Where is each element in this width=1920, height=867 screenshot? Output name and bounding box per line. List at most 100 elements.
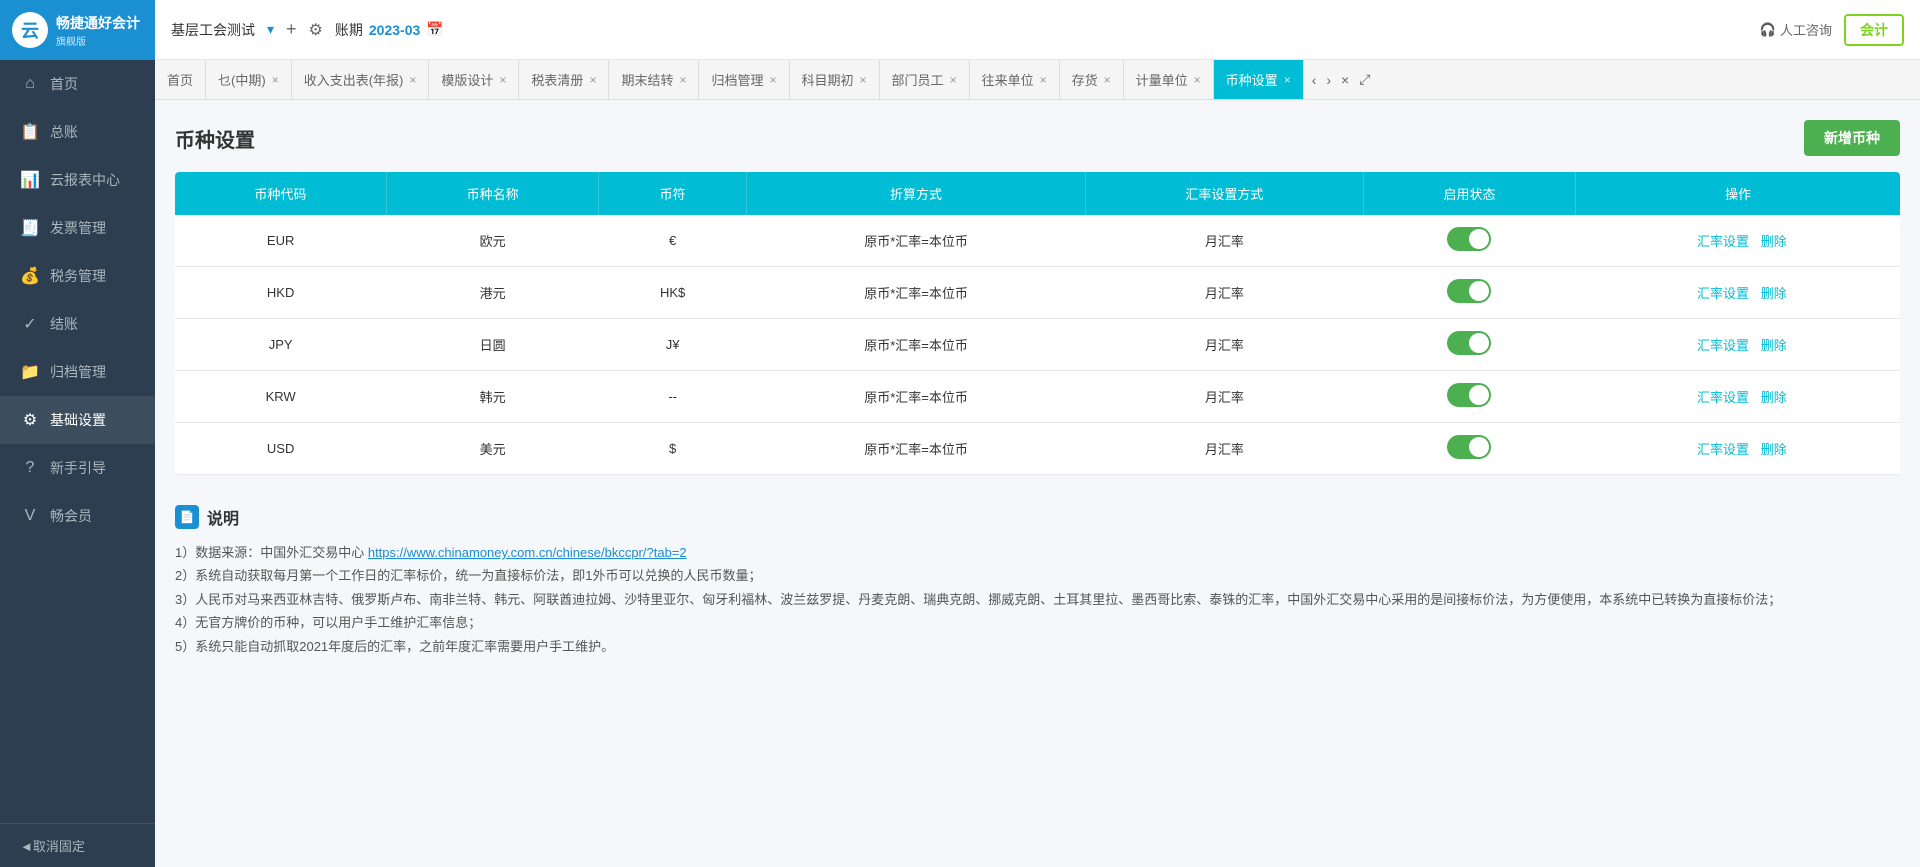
sidebar-toggle[interactable]: ◄取消固定	[0, 823, 155, 867]
tab-prev-button[interactable]: ‹	[1308, 70, 1321, 90]
guide-icon: ?	[20, 459, 40, 477]
rate-setting-0[interactable]: 汇率设置	[1697, 234, 1749, 249]
tab-archive[interactable]: 归档管理 ×	[699, 60, 789, 100]
tab-tax-close[interactable]: ×	[589, 73, 596, 87]
toggle-3[interactable]	[1447, 383, 1491, 407]
sidebar-item-member[interactable]: V 畅会员	[0, 492, 155, 540]
tab-template[interactable]: 模版设计 ×	[429, 60, 519, 100]
cell-actions-1: 汇率设置 删除	[1576, 267, 1900, 319]
tab-measure-close[interactable]: ×	[1194, 73, 1201, 87]
tab-tax[interactable]: 税表清册 ×	[519, 60, 609, 100]
sidebar-item-invoice-label: 发票管理	[50, 218, 106, 238]
tab-currency-close[interactable]: ×	[1284, 73, 1291, 87]
tab-template-close[interactable]: ×	[499, 73, 506, 87]
sidebar-item-tax-label: 税务管理	[50, 266, 106, 286]
period-label: 账期	[335, 20, 363, 40]
toggle-2[interactable]	[1447, 331, 1491, 355]
add-tab-button[interactable]: +	[286, 19, 297, 40]
tab-units-close[interactable]: ×	[1040, 73, 1047, 87]
table-header-row: 币种代码 币种名称 币符 折算方式 汇率设置方式 启用状态 操作	[175, 172, 1900, 215]
tab-income[interactable]: 收入支出表(年报) ×	[292, 60, 430, 100]
th-code: 币种代码	[175, 172, 386, 215]
tab-inventory[interactable]: 存货 ×	[1060, 60, 1124, 100]
rate-setting-3[interactable]: 汇率设置	[1697, 390, 1749, 405]
settings-gear-icon[interactable]: ⚙	[309, 20, 323, 40]
tab-measure[interactable]: 计量单位 ×	[1124, 60, 1214, 100]
tab-close-all-button[interactable]: ×	[1337, 70, 1353, 90]
tab-currency[interactable]: 币种设置 ×	[1214, 60, 1304, 100]
sidebar-item-tax[interactable]: 💰 税务管理	[0, 252, 155, 300]
cell-symbol-1: HK$	[599, 267, 747, 319]
delete-3[interactable]: 删除	[1761, 390, 1787, 405]
notes-item-4: 5）系统只能自动抓取2021年度后的汇率，之前年度汇率需要用户手工维护。	[175, 635, 1900, 658]
consult-button[interactable]: 🎧 人工咨询	[1760, 20, 1832, 39]
new-currency-button[interactable]: 新增币种	[1804, 120, 1900, 156]
sidebar-item-accounting[interactable]: ✓ 结账	[0, 300, 155, 348]
tab-dept[interactable]: 部门员工 ×	[880, 60, 970, 100]
tab-home[interactable]: 首页	[155, 60, 206, 100]
toggle-0[interactable]	[1447, 227, 1491, 251]
tab-income-close[interactable]: ×	[409, 73, 416, 87]
page-title-row: 币种设置 新增币种	[175, 120, 1900, 156]
delete-4[interactable]: 删除	[1761, 442, 1787, 457]
tab-units[interactable]: 往来单位 ×	[970, 60, 1060, 100]
sidebar-item-guide[interactable]: ? 新手引导	[0, 444, 155, 492]
tab-archive-label: 归档管理	[711, 70, 763, 89]
notes-link[interactable]: https://www.chinamoney.com.cn/chinese/bk…	[368, 545, 687, 560]
sidebar-item-accounting-label: 结账	[50, 314, 78, 334]
tab-archive-close[interactable]: ×	[770, 73, 777, 87]
tab-subjects-close[interactable]: ×	[860, 73, 867, 87]
tab-dept-label: 部门员工	[892, 70, 944, 89]
tab-expand-button[interactable]: ⤢	[1355, 69, 1374, 90]
calendar-icon[interactable]: 📅	[426, 21, 443, 38]
rate-setting-2[interactable]: 汇率设置	[1697, 338, 1749, 353]
company-dropdown-icon[interactable]: ▾	[267, 21, 274, 38]
sidebar-item-settings[interactable]: ⚙ 基础设置	[0, 396, 155, 444]
sidebar-item-reports[interactable]: 📊 云报表中心	[0, 156, 155, 204]
cell-code-0: EUR	[175, 215, 386, 267]
toggle-4[interactable]	[1447, 435, 1491, 459]
tab-home-label: 首页	[167, 70, 193, 89]
tab-period-close[interactable]: ×	[272, 73, 279, 87]
currency-table: 币种代码 币种名称 币符 折算方式 汇率设置方式 启用状态 操作 EUR 欧元 …	[175, 172, 1900, 475]
table-row: USD 美元 $ 原币*汇率=本位币 月汇率 汇率设置 删除	[175, 423, 1900, 475]
sidebar-item-settings-label: 基础设置	[50, 410, 106, 430]
notes-item-0: 1）数据来源：中国外汇交易中心 https://www.chinamoney.c…	[175, 541, 1900, 564]
tab-period[interactable]: 乜(中期) ×	[206, 60, 292, 100]
tab-dept-close[interactable]: ×	[950, 73, 957, 87]
consult-label: 人工咨询	[1780, 20, 1832, 39]
tab-subjects-label: 科目期初	[802, 70, 854, 89]
sidebar-item-home[interactable]: ⌂ 首页	[0, 60, 155, 108]
tab-period-end-close[interactable]: ×	[679, 73, 686, 87]
cell-rate-type-2: 月汇率	[1086, 319, 1364, 371]
tab-inventory-label: 存货	[1072, 70, 1098, 89]
delete-1[interactable]: 删除	[1761, 286, 1787, 301]
archive-icon: 📁	[20, 362, 40, 382]
tab-measure-label: 计量单位	[1136, 70, 1188, 89]
user-role-button[interactable]: 会计	[1844, 14, 1904, 46]
cell-status-0	[1363, 215, 1576, 267]
rate-setting-1[interactable]: 汇率设置	[1697, 286, 1749, 301]
cell-code-2: JPY	[175, 319, 386, 371]
sidebar-item-ledger[interactable]: 📋 总账	[0, 108, 155, 156]
sidebar-item-archive[interactable]: 📁 归档管理	[0, 348, 155, 396]
rate-setting-4[interactable]: 汇率设置	[1697, 442, 1749, 457]
delete-2[interactable]: 删除	[1761, 338, 1787, 353]
header-right: 🎧 人工咨询 会计	[1760, 14, 1904, 46]
notes-title-label: 说明	[207, 505, 239, 529]
notes-icon: 📄	[175, 505, 199, 529]
main-area: 基层工会测试 ▾ + ⚙ 账期 2023-03 📅 🎧 人工咨询 会计 首页 乜…	[155, 0, 1920, 867]
tab-next-button[interactable]: ›	[1322, 70, 1335, 90]
tab-inventory-close[interactable]: ×	[1104, 73, 1111, 87]
headset-icon: 🎧	[1760, 22, 1776, 38]
delete-0[interactable]: 删除	[1761, 234, 1787, 249]
sidebar-item-archive-label: 归档管理	[50, 362, 106, 382]
tab-subjects[interactable]: 科目期初 ×	[790, 60, 880, 100]
cell-name-2: 日圆	[386, 319, 599, 371]
toggle-1[interactable]	[1447, 279, 1491, 303]
cell-actions-4: 汇率设置 删除	[1576, 423, 1900, 475]
cell-status-3	[1363, 371, 1576, 423]
app-name: 畅捷通好会计	[56, 13, 140, 33]
sidebar-item-invoice[interactable]: 🧾 发票管理	[0, 204, 155, 252]
tab-period-end[interactable]: 期末结转 ×	[609, 60, 699, 100]
